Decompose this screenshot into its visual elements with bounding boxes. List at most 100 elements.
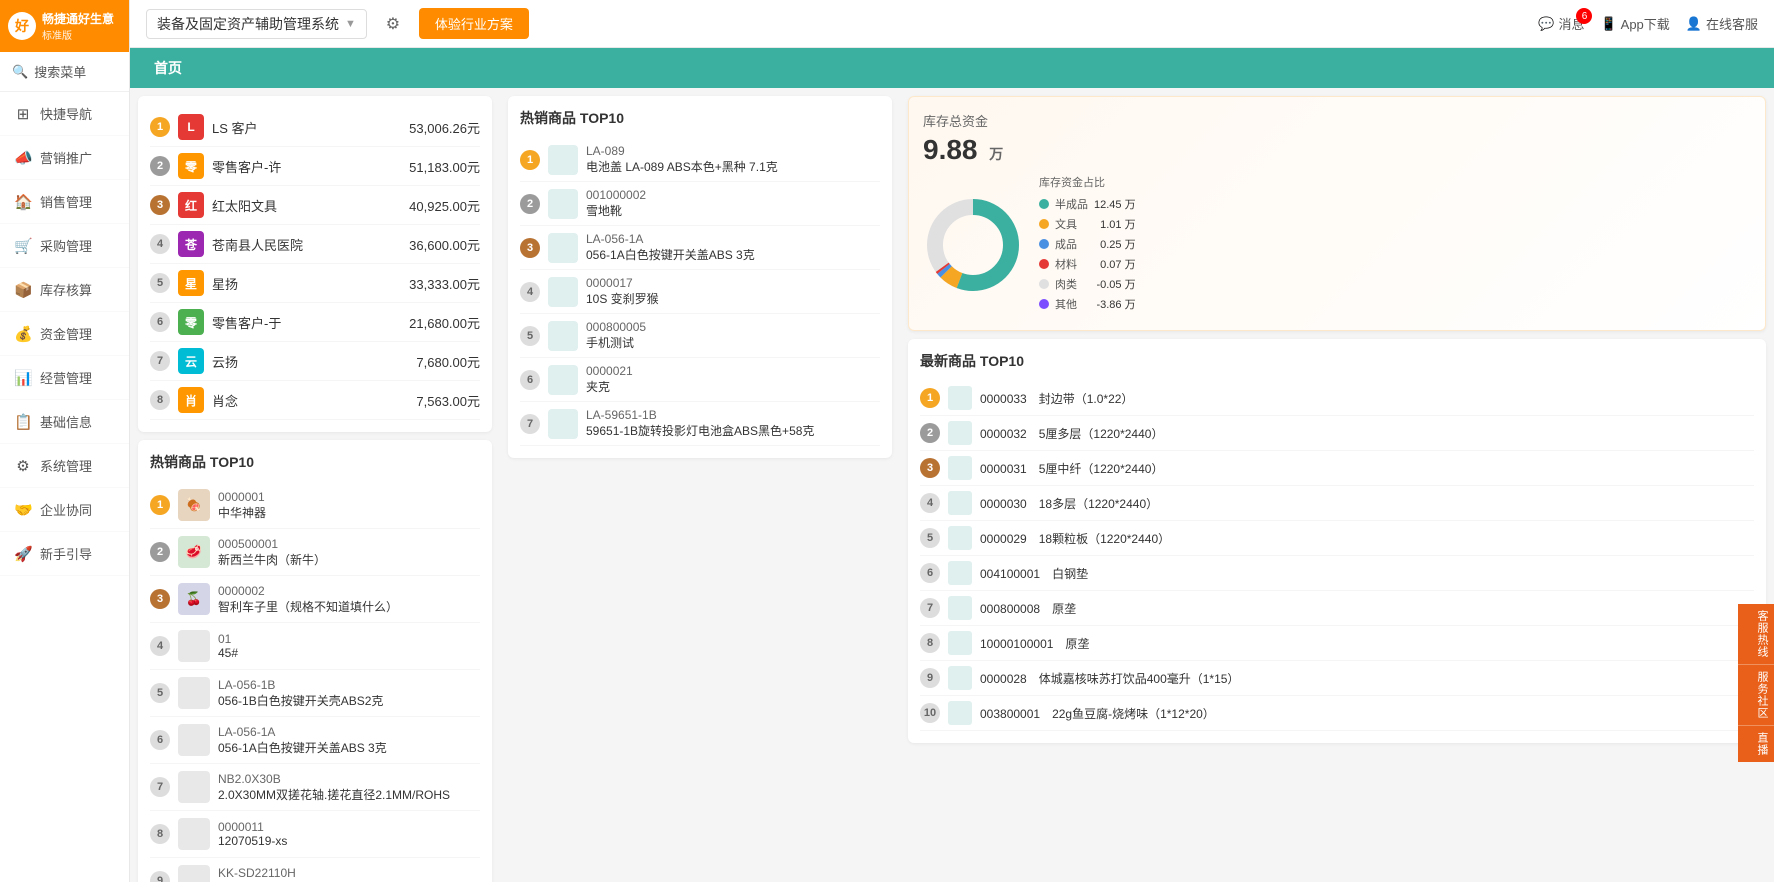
sales-rank-list: 1 L LS 客户 53,006.26元 2 零 零售客户-许 51,183.0… bbox=[150, 108, 480, 420]
rank-item: 1 L LS 客户 53,006.26元 bbox=[150, 108, 480, 147]
customer-avatar: 零 bbox=[178, 153, 204, 179]
rank-number: 1 bbox=[920, 388, 940, 408]
basic-info-icon: 📋 bbox=[14, 413, 32, 431]
service-icon: 👤 bbox=[1686, 16, 1702, 32]
sales-value: 7,680.00元 bbox=[416, 352, 480, 371]
sidebar-item-sales[interactable]: 🏠 销售管理 bbox=[0, 180, 129, 224]
rank-number: 4 bbox=[150, 636, 170, 656]
product-info: NB2.0X30B 2.0X30MM双搓花轴.搓花直径2.1MM/ROHS bbox=[218, 772, 480, 803]
product-name: 2.0X30MM双搓花轴.搓花直径2.1MM/ROHS bbox=[218, 786, 480, 803]
hot-product-item: 8 0000011 12070519-xs bbox=[150, 811, 480, 858]
sidebar-item-collab[interactable]: 🤝 企业协同 bbox=[0, 488, 129, 532]
trial-button[interactable]: 体验行业方案 bbox=[419, 8, 529, 39]
operations-label: 经营管理 bbox=[40, 368, 92, 387]
product-info: LA-056-1B 056-1B白色按键开关壳ABS2克 bbox=[218, 678, 480, 709]
latest-item: 4 0000030 18多层（1220*2440） bbox=[920, 486, 1754, 521]
messages-button[interactable]: 💬 消息 6 bbox=[1538, 14, 1584, 33]
legend-label: 其他 bbox=[1055, 296, 1090, 312]
product-code: LA-056-1B bbox=[218, 678, 480, 692]
messages-badge: 6 bbox=[1576, 8, 1592, 24]
rank-number: 3 bbox=[520, 238, 540, 258]
content-area: 1 L LS 客户 53,006.26元 2 零 零售客户-许 51,183.0… bbox=[130, 88, 1774, 882]
product-info: LA-59651-1B 59651-1B旋转投影灯电池盒ABS黑色+58克 bbox=[586, 408, 880, 439]
rank-item: 4 苍 苍南县人民医院 36,600.00元 bbox=[150, 225, 480, 264]
product-info: 004100001 白钢垫 bbox=[980, 565, 1088, 582]
system-selector[interactable]: 装备及固定资产辅助管理系统 ▼ bbox=[146, 9, 367, 39]
hot-products-card: 热销商品 TOP10 1 🍖 0000001 中华神器 2 🥩 bbox=[138, 440, 492, 882]
hot-selling-title: 热销商品 TOP10 bbox=[520, 108, 880, 128]
app-download-button[interactable]: 📱 App下载 bbox=[1600, 14, 1669, 33]
customer-avatar: 星 bbox=[178, 270, 204, 296]
product-code: LA-089 bbox=[586, 144, 880, 158]
product-info: 0000011 12070519-xs bbox=[218, 820, 480, 848]
sidebar: 好 畅捷通好生意 标准版 🔍 搜索菜单 ⊞ 快捷导航 📣 营销推广 🏠 销售管理… bbox=[0, 0, 130, 882]
customer-avatar: L bbox=[178, 114, 204, 140]
customer-name: 云扬 bbox=[212, 352, 408, 371]
sidebar-item-marketing[interactable]: 📣 营销推广 bbox=[0, 136, 129, 180]
product-code: LA-59651-1B bbox=[586, 408, 880, 422]
hot-products-list: 1 🍖 0000001 中华神器 2 🥩 000500001 新西兰牛肉（新牛） bbox=[150, 482, 480, 882]
chart-label: 库存资金占比 bbox=[1039, 174, 1136, 190]
customer-name: 肖念 bbox=[212, 391, 408, 410]
sidebar-item-basic-info[interactable]: 📋 基础信息 bbox=[0, 400, 129, 444]
rank-number: 4 bbox=[150, 234, 170, 254]
rank-number: 7 bbox=[920, 598, 940, 618]
rank-number: 3 bbox=[150, 589, 170, 609]
rank-number: 8 bbox=[150, 824, 170, 844]
product-item: 4 0000017 10S 变刹罗猴 bbox=[520, 270, 880, 314]
sidebar-item-system[interactable]: ⚙ 系统管理 bbox=[0, 444, 129, 488]
sidebar-item-inventory[interactable]: 📦 库存核算 bbox=[0, 268, 129, 312]
latest-item: 6 004100001 白钢垫 bbox=[920, 556, 1754, 591]
product-image bbox=[178, 630, 210, 662]
customer-avatar: 红 bbox=[178, 192, 204, 218]
product-info: 0000017 10S 变刹罗猴 bbox=[586, 276, 880, 307]
search-icon: 🔍 bbox=[12, 64, 28, 80]
sidebar-search[interactable]: 🔍 搜索菜单 bbox=[0, 52, 129, 92]
product-image bbox=[548, 409, 578, 439]
sidebar-logo: 好 畅捷通好生意 标准版 bbox=[0, 0, 129, 52]
sidebar-item-operations[interactable]: 📊 经营管理 bbox=[0, 356, 129, 400]
marketing-label: 营销推广 bbox=[40, 148, 92, 167]
settings-button[interactable]: ⚙ bbox=[377, 8, 409, 40]
hot-product-item: 4 01 45# bbox=[150, 623, 480, 670]
customer-service-button[interactable]: 客服热线 bbox=[1738, 604, 1774, 665]
product-info: 0000029 18颗粒板（1220*2440） bbox=[980, 530, 1170, 547]
message-icon: 💬 bbox=[1538, 16, 1554, 32]
sidebar-item-guide[interactable]: 🚀 新手引导 bbox=[0, 532, 129, 576]
product-info: 10000100001 原垄 bbox=[980, 635, 1089, 652]
customer-name: 红太阳文具 bbox=[212, 196, 401, 215]
service-community-button[interactable]: 服务社区 bbox=[1738, 665, 1774, 726]
live-button[interactable]: 直播 bbox=[1738, 726, 1774, 762]
product-name: 手机测试 bbox=[586, 334, 880, 351]
page-header: 首页 bbox=[130, 48, 1774, 88]
rank-number: 1 bbox=[520, 150, 540, 170]
product-name: 59651-1B旋转投影灯电池盒ABS黑色+58克 bbox=[586, 422, 880, 439]
tab-home[interactable]: 首页 bbox=[146, 58, 190, 78]
basic-info-label: 基础信息 bbox=[40, 412, 92, 431]
product-name: 中华神器 bbox=[218, 504, 480, 521]
product-image: 🍖 bbox=[178, 489, 210, 521]
product-info: 0000031 5厘中纤（1220*2440） bbox=[980, 460, 1163, 477]
product-image bbox=[948, 491, 972, 515]
product-info: 000800008 原垄 bbox=[980, 600, 1076, 617]
purchase-label: 采购管理 bbox=[40, 236, 92, 255]
sidebar-item-shortcuts[interactable]: ⊞ 快捷导航 bbox=[0, 92, 129, 136]
shortcuts-icon: ⊞ bbox=[14, 105, 32, 123]
product-info: 01 45# bbox=[218, 632, 480, 660]
sidebar-item-purchase[interactable]: 🛒 采购管理 bbox=[0, 224, 129, 268]
product-image bbox=[948, 631, 972, 655]
rank-number: 2 bbox=[920, 423, 940, 443]
rank-item: 5 星 星扬 33,333.00元 bbox=[150, 264, 480, 303]
customer-name: 星扬 bbox=[212, 274, 401, 293]
legend-value: -0.05 万 bbox=[1096, 276, 1135, 292]
rank-number: 7 bbox=[150, 351, 170, 371]
legend-item: 文具 1.01 万 bbox=[1039, 216, 1136, 232]
product-item: 2 001000002 雪地靴 bbox=[520, 182, 880, 226]
product-code: 0000001 bbox=[218, 490, 480, 504]
product-item: 6 0000021 夹克 bbox=[520, 358, 880, 402]
product-code: LA-056-1A bbox=[218, 725, 480, 739]
product-image bbox=[948, 456, 972, 480]
latest-item: 7 000800008 原垄 bbox=[920, 591, 1754, 626]
sidebar-item-finance[interactable]: 💰 资金管理 bbox=[0, 312, 129, 356]
online-service-button[interactable]: 👤 在线客服 bbox=[1686, 14, 1758, 33]
